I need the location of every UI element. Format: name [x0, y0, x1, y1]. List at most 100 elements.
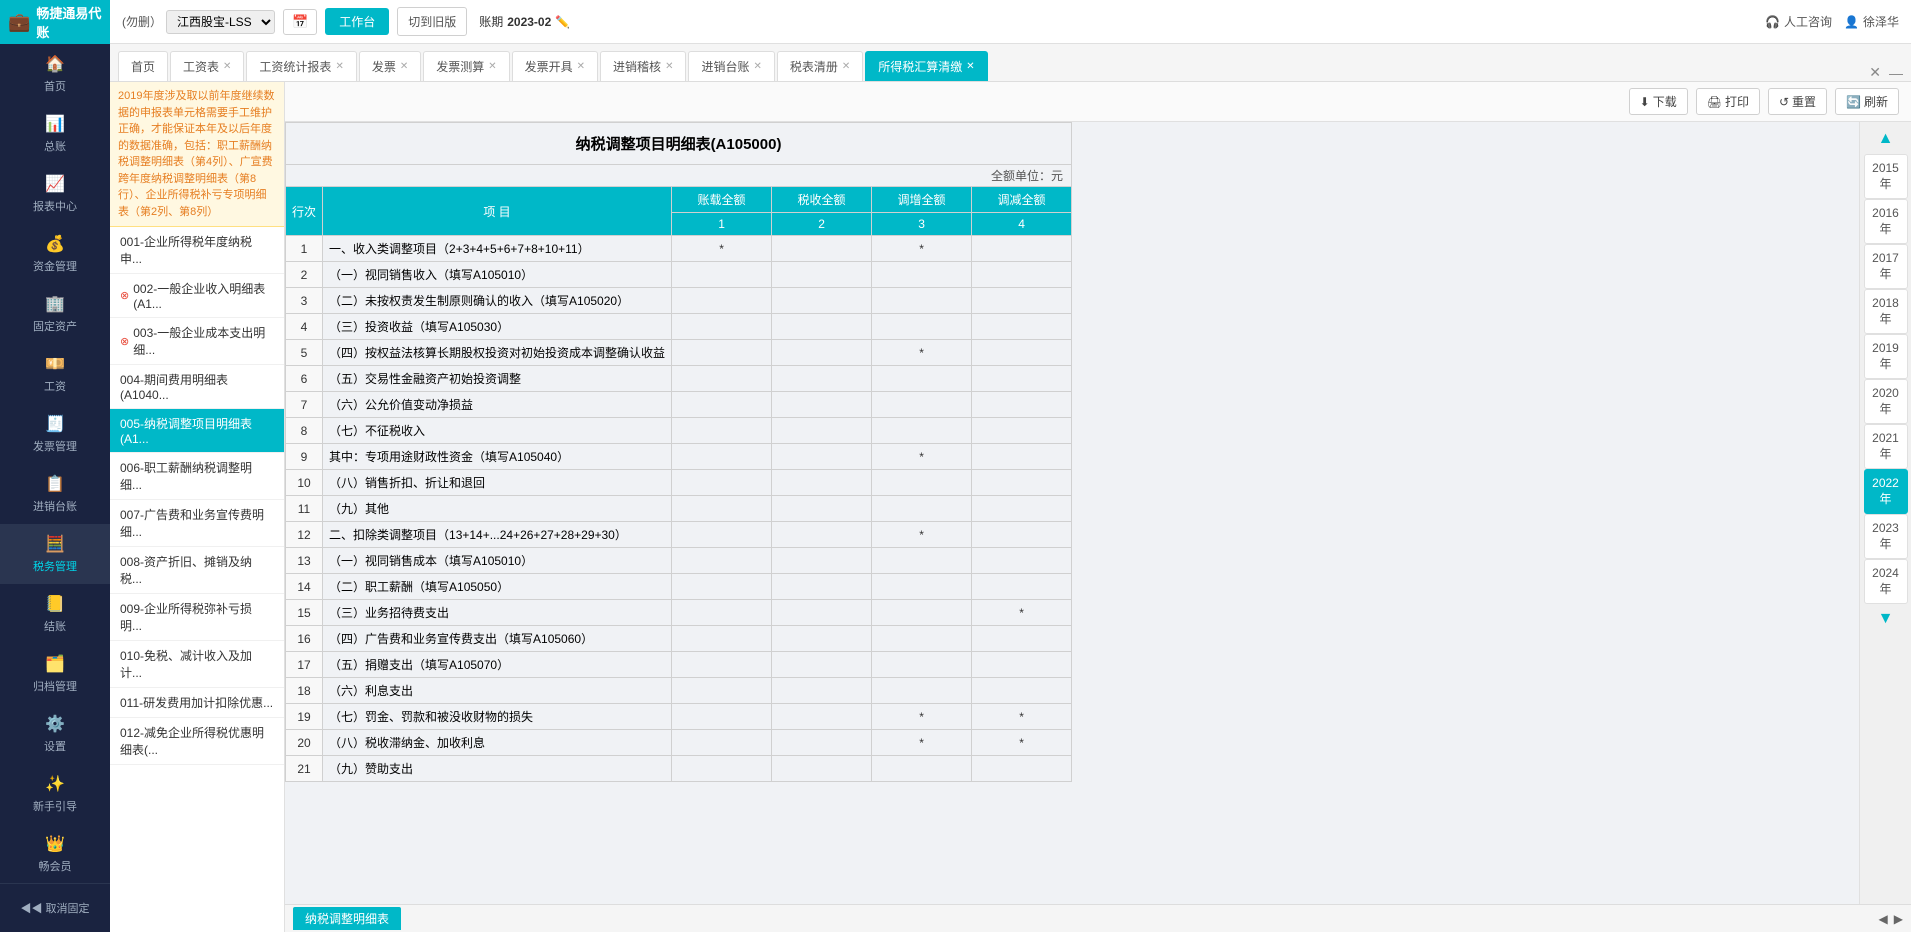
sidebar-item-ledger[interactable]: 📊总账 — [0, 104, 110, 164]
form-list-item-003[interactable]: ⊗003-一般企业成本支出明细... — [110, 318, 284, 365]
row-content-8[interactable]: 其中：专项用途财政性资金（填写A105040） — [323, 444, 672, 470]
cell-c2-5[interactable] — [772, 366, 872, 392]
cell-c3-0[interactable]: * — [872, 236, 972, 262]
sidebar-item-settings[interactable]: ⚙️设置 — [0, 704, 110, 764]
form-list-item-011[interactable]: 011-研发费用加计扣除优惠... — [110, 688, 284, 718]
tab-tax-clear[interactable]: 税表清册✕ — [777, 51, 863, 81]
row-content-4[interactable]: （四）按权益法核算长期股权投资对初始投资成本调整确认收益 — [323, 340, 672, 366]
cell-c2-10[interactable] — [772, 496, 872, 522]
cell-c1-19[interactable] — [672, 730, 772, 756]
sidebar-item-payroll[interactable]: 💴工资 — [0, 344, 110, 404]
cell-c1-20[interactable] — [672, 756, 772, 782]
sidebar-item-assets[interactable]: 💰资金管理 — [0, 224, 110, 284]
tab-close-payroll-stat[interactable]: ✕ — [335, 61, 343, 72]
cell-c1-1[interactable] — [672, 262, 772, 288]
cell-c2-16[interactable] — [772, 652, 872, 678]
row-content-10[interactable]: （九）其他 — [323, 496, 672, 522]
tab-close-income-tax[interactable]: ✕ — [966, 61, 974, 72]
cell-c3-17[interactable] — [872, 678, 972, 704]
download-button[interactable]: ⬇ 下载 — [1629, 88, 1688, 115]
year-btn-2020年[interactable]: 2020年 — [1864, 379, 1908, 424]
row-content-0[interactable]: 一、收入类调整项目（2+3+4+5+6+7+8+10+11） — [323, 236, 672, 262]
cell-c3-16[interactable] — [872, 652, 972, 678]
form-list-item-012[interactable]: 012-减免企业所得税优惠明细表(... — [110, 718, 284, 765]
year-up-button[interactable]: ▲ — [1874, 126, 1898, 152]
form-list-item-005[interactable]: 005-纳税调整项目明细表(A1... — [110, 409, 284, 453]
row-content-7[interactable]: （七）不征税收入 — [323, 418, 672, 444]
row-content-12[interactable]: （一）视同销售成本（填写A105010） — [323, 548, 672, 574]
cell-c4-5[interactable] — [972, 366, 1072, 392]
cell-c3-1[interactable] — [872, 262, 972, 288]
cell-c2-6[interactable] — [772, 392, 872, 418]
cell-c4-20[interactable] — [972, 756, 1072, 782]
cell-c2-2[interactable] — [772, 288, 872, 314]
cell-c2-18[interactable] — [772, 704, 872, 730]
sidebar-item-archive[interactable]: 🗂️归档管理 — [0, 644, 110, 704]
bottom-sheet-tab[interactable]: 纳税调整明细表 — [293, 907, 401, 930]
reset-button[interactable]: ↺ 重置 — [1768, 88, 1827, 115]
cell-c4-19[interactable]: * — [972, 730, 1072, 756]
year-btn-2021年[interactable]: 2021年 — [1864, 424, 1908, 469]
cell-c3-10[interactable] — [872, 496, 972, 522]
cell-c4-4[interactable] — [972, 340, 1072, 366]
year-down-button[interactable]: ▼ — [1874, 606, 1898, 632]
user-profile[interactable]: 👤 徐泽华 — [1844, 13, 1899, 30]
cell-c1-16[interactable] — [672, 652, 772, 678]
cell-c4-17[interactable] — [972, 678, 1072, 704]
year-btn-2017年[interactable]: 2017年 — [1864, 244, 1908, 289]
sidebar-item-guide[interactable]: ✨新手引导 — [0, 764, 110, 824]
cell-c4-9[interactable] — [972, 470, 1072, 496]
year-btn-2019年[interactable]: 2019年 — [1864, 334, 1908, 379]
form-list-item-004[interactable]: 004-期间费用明细表(A1040... — [110, 365, 284, 409]
cell-c1-2[interactable] — [672, 288, 772, 314]
cell-c4-11[interactable] — [972, 522, 1072, 548]
cell-c1-4[interactable] — [672, 340, 772, 366]
tab-payroll[interactable]: 工资表✕ — [170, 51, 244, 81]
tab-income-tax[interactable]: 所得税汇算清缴✕ — [865, 51, 987, 81]
old-version-button[interactable]: 切到旧版 — [397, 7, 467, 36]
close-all-tabs-button[interactable]: ✕ — [1869, 64, 1881, 81]
tab-close-tax-clear[interactable]: ✕ — [842, 61, 850, 72]
row-content-2[interactable]: （二）未按权责发生制原则确认的收入（填写A105020） — [323, 288, 672, 314]
year-btn-2023年[interactable]: 2023年 — [1864, 514, 1908, 559]
cell-c4-12[interactable] — [972, 548, 1072, 574]
sidebar-item-fixed-assets[interactable]: 🏢固定资产 — [0, 284, 110, 344]
cell-c4-1[interactable] — [972, 262, 1072, 288]
cell-c1-3[interactable] — [672, 314, 772, 340]
scroll-left-icon[interactable]: ◀ — [1879, 912, 1888, 926]
row-content-18[interactable]: （七）罚金、罚款和被没收财物的损失 — [323, 704, 672, 730]
cell-c4-7[interactable] — [972, 418, 1072, 444]
cell-c3-4[interactable]: * — [872, 340, 972, 366]
sidebar-item-home[interactable]: 🏠首页 — [0, 44, 110, 104]
cell-c3-7[interactable] — [872, 418, 972, 444]
tab-close-invoice[interactable]: ✕ — [400, 61, 408, 72]
form-list-item-002[interactable]: ⊗002-一般企业收入明细表(A1... — [110, 274, 284, 318]
cell-c4-10[interactable] — [972, 496, 1072, 522]
cell-c3-12[interactable] — [872, 548, 972, 574]
row-content-19[interactable]: （八）税收滞纳金、加收利息 — [323, 730, 672, 756]
row-content-5[interactable]: （五）交易性金融资产初始投资调整 — [323, 366, 672, 392]
tab-close-invoice-calc[interactable]: ✕ — [488, 61, 496, 72]
cell-c1-0[interactable]: * — [672, 236, 772, 262]
cell-c1-10[interactable] — [672, 496, 772, 522]
cell-c2-19[interactable] — [772, 730, 872, 756]
row-content-3[interactable]: （三）投资收益（填写A105030） — [323, 314, 672, 340]
form-list-item-008[interactable]: 008-资产折旧、摊销及纳税... — [110, 547, 284, 594]
cell-c1-13[interactable] — [672, 574, 772, 600]
cell-c3-14[interactable] — [872, 600, 972, 626]
row-content-14[interactable]: （三）业务招待费支出 — [323, 600, 672, 626]
sheet-scroll-area[interactable]: 纳税调整项目明细表(A105000)全额单位：元 行次 项 目 账载全额 税收全… — [285, 122, 1859, 904]
year-btn-2018年[interactable]: 2018年 — [1864, 289, 1908, 334]
row-content-1[interactable]: （一）视同销售收入（填写A105010） — [323, 262, 672, 288]
cell-c4-3[interactable] — [972, 314, 1072, 340]
tab-input-ledger[interactable]: 进销台账✕ — [688, 51, 774, 81]
help-button[interactable]: 🎧 人工咨询 — [1765, 13, 1832, 30]
cell-c3-19[interactable]: * — [872, 730, 972, 756]
form-list-item-009[interactable]: 009-企业所得税弥补亏损明... — [110, 594, 284, 641]
sidebar-item-settlement[interactable]: 📒结账 — [0, 584, 110, 644]
row-content-9[interactable]: （八）销售折扣、折让和退回 — [323, 470, 672, 496]
cell-c4-6[interactable] — [972, 392, 1072, 418]
cell-c2-3[interactable] — [772, 314, 872, 340]
year-btn-2024年[interactable]: 2024年 — [1864, 559, 1908, 604]
minimize-button[interactable]: — — [1889, 65, 1903, 81]
